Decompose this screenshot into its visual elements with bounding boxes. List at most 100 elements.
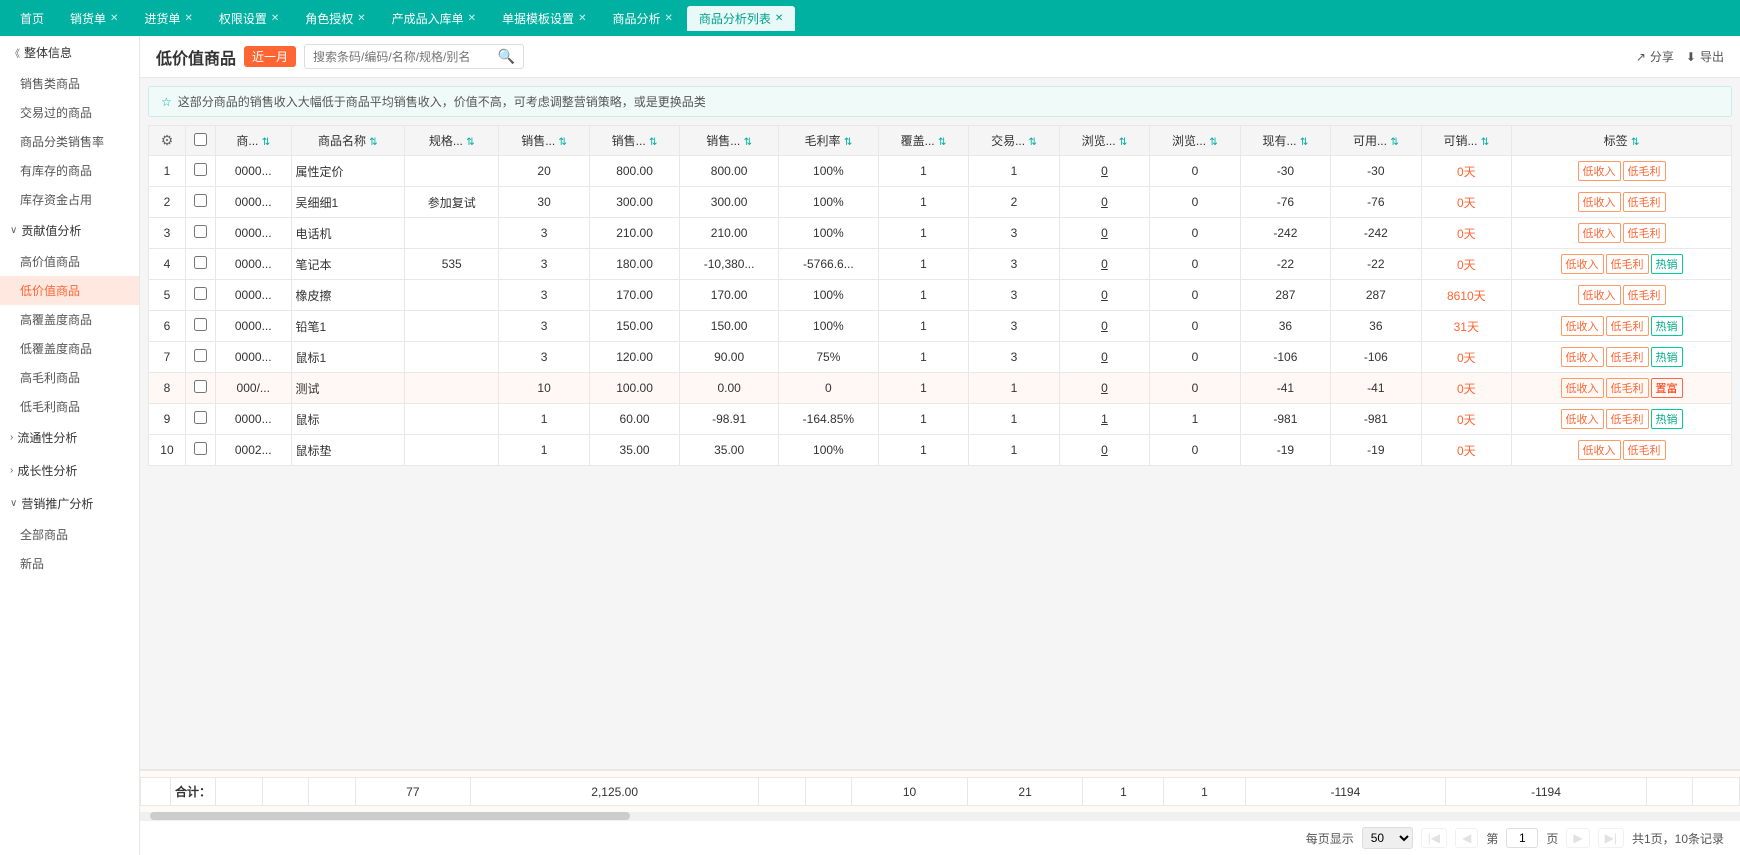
row-checkbox[interactable] [194, 163, 207, 176]
row-checkbox[interactable] [194, 287, 207, 300]
row-checkbox[interactable] [194, 380, 207, 393]
product-name[interactable]: 橡皮擦 [291, 280, 405, 311]
view1-link[interactable]: 0 [1101, 443, 1108, 457]
nav-product-analysis-list[interactable]: 商品分析列表 ✕ [687, 6, 795, 31]
close-product-analysis[interactable]: ✕ [664, 13, 672, 24]
code-col-header[interactable]: 商... ⇅ [215, 126, 291, 156]
row-checkbox[interactable] [194, 411, 207, 424]
nav-template[interactable]: 单据模板设置 ✕ [490, 6, 598, 31]
row-checkbox[interactable] [194, 225, 207, 238]
sales-amt-col-header[interactable]: 销售... ⇅ [589, 126, 679, 156]
product-name[interactable]: 鼠标垫 [291, 435, 405, 466]
search-icon[interactable]: 🔍 [498, 48, 515, 65]
close-purchase-order[interactable]: ✕ [184, 13, 192, 24]
product-name[interactable]: 鼠标1 [291, 342, 405, 373]
sidebar-item-new-products[interactable]: 新品 [0, 549, 139, 578]
view1-link[interactable]: 0 [1101, 319, 1108, 333]
sidebar-item-in-stock-products[interactable]: 有库存的商品 [0, 156, 139, 185]
view1-link[interactable]: 0 [1101, 350, 1108, 364]
product-name[interactable]: 属性定价 [291, 156, 405, 187]
sidebar-section-growth[interactable]: › 成长性分析 [0, 454, 139, 487]
share-button[interactable]: ↗ 分享 [1636, 48, 1674, 65]
stock-sale-col-header[interactable]: 可销... ⇅ [1421, 126, 1511, 156]
sidebar-item-high-margin[interactable]: 高毛利商品 [0, 363, 139, 392]
view1[interactable]: 0 [1059, 342, 1149, 373]
view1[interactable]: 0 [1059, 373, 1149, 404]
view1[interactable]: 0 [1059, 187, 1149, 218]
view1-col-header[interactable]: 浏览... ⇅ [1059, 126, 1149, 156]
search-input[interactable] [313, 50, 498, 64]
close-permissions[interactable]: ✕ [271, 13, 279, 24]
row-checkbox[interactable] [194, 194, 207, 207]
coverage-col-header[interactable]: 覆盖... ⇅ [878, 126, 968, 156]
sidebar-item-stock-capital[interactable]: 库存资金占用 [0, 185, 139, 214]
view1[interactable]: 0 [1059, 249, 1149, 280]
spec-col-header[interactable]: 规格... ⇅ [405, 126, 499, 156]
view1-link[interactable]: 0 [1101, 288, 1108, 302]
tags-col-header[interactable]: 标签 ⇅ [1512, 126, 1732, 156]
sidebar-item-high-coverage[interactable]: 高覆盖度商品 [0, 305, 139, 334]
collapse-btn[interactable]: 《 [10, 45, 20, 60]
close-product-analysis-list[interactable]: ✕ [775, 13, 783, 24]
sidebar-item-high-value[interactable]: 高价值商品 [0, 247, 139, 276]
sidebar-section-circulation[interactable]: › 流通性分析 [0, 421, 139, 454]
sidebar-item-sales-products[interactable]: 销售类商品 [0, 69, 139, 98]
period-button[interactable]: 近一月 [244, 46, 296, 67]
view1[interactable]: 0 [1059, 280, 1149, 311]
view1-link[interactable]: 0 [1101, 381, 1108, 395]
sidebar-item-low-margin[interactable]: 低毛利商品 [0, 392, 139, 421]
sidebar-item-all-products[interactable]: 全部商品 [0, 520, 139, 549]
view1-link[interactable]: 0 [1101, 164, 1108, 178]
view1[interactable]: 0 [1059, 435, 1149, 466]
product-name[interactable]: 吴细细1 [291, 187, 405, 218]
view1[interactable]: 1 [1059, 404, 1149, 435]
nav-home[interactable]: 首页 [8, 6, 56, 31]
close-template[interactable]: ✕ [578, 13, 586, 24]
product-name[interactable]: 鼠标 [291, 404, 405, 435]
view1-link[interactable]: 1 [1101, 412, 1108, 426]
page-size-select[interactable]: 50 100 200 [1362, 827, 1413, 849]
close-sales-order[interactable]: ✕ [110, 13, 118, 24]
trade-col-header[interactable]: 交易... ⇅ [969, 126, 1059, 156]
product-name[interactable]: 笔记本 [291, 249, 405, 280]
sales-cost-col-header[interactable]: 销售... ⇅ [680, 126, 779, 156]
sidebar-item-low-coverage[interactable]: 低覆盖度商品 [0, 334, 139, 363]
stock-cur-col-header[interactable]: 现有... ⇅ [1240, 126, 1330, 156]
product-name[interactable]: 铅笔1 [291, 311, 405, 342]
next-page-button[interactable]: ▶ [1566, 828, 1589, 848]
row-checkbox[interactable] [194, 349, 207, 362]
nav-roles[interactable]: 角色授权 ✕ [293, 6, 377, 31]
nav-purchase-order[interactable]: 进货单 ✕ [132, 6, 204, 31]
sales-qty-col-header[interactable]: 销售... ⇅ [499, 126, 589, 156]
view1-link[interactable]: 0 [1101, 257, 1108, 271]
stock-avail-col-header[interactable]: 可用... ⇅ [1331, 126, 1421, 156]
nav-permissions[interactable]: 权限设置 ✕ [207, 6, 291, 31]
settings-col-header[interactable]: ⚙ [149, 126, 186, 156]
product-name[interactable]: 电话机 [291, 218, 405, 249]
nav-sales-order[interactable]: 销货单 ✕ [58, 6, 130, 31]
last-page-button[interactable]: ▶| [1598, 828, 1624, 848]
view1[interactable]: 0 [1059, 218, 1149, 249]
nav-product-storage[interactable]: 产成品入库单 ✕ [380, 6, 488, 31]
prev-page-button[interactable]: ◀ [1455, 828, 1478, 848]
view2-col-header[interactable]: 浏览... ⇅ [1150, 126, 1240, 156]
sidebar-section-marketing[interactable]: ∨ 营销推广分析 [0, 487, 139, 520]
name-col-header[interactable]: 商品名称 ⇅ [291, 126, 405, 156]
sidebar-section-overall[interactable]: 《 整体信息 [0, 36, 139, 69]
row-checkbox[interactable] [194, 256, 207, 269]
close-product-storage[interactable]: ✕ [468, 13, 476, 24]
nav-product-analysis[interactable]: 商品分析 ✕ [600, 6, 684, 31]
close-roles[interactable]: ✕ [357, 13, 365, 24]
view1[interactable]: 0 [1059, 311, 1149, 342]
first-page-button[interactable]: |◀ [1421, 828, 1447, 848]
export-button[interactable]: ⬇ 导出 [1686, 48, 1724, 65]
row-checkbox[interactable] [194, 442, 207, 455]
page-number-input[interactable] [1506, 828, 1538, 848]
margin-rate-col-header[interactable]: 毛利率 ⇅ [778, 126, 878, 156]
sidebar-item-traded-products[interactable]: 交易过的商品 [0, 98, 139, 127]
view1-link[interactable]: 0 [1101, 195, 1108, 209]
product-name[interactable]: 测试 [291, 373, 405, 404]
sidebar-section-contribution[interactable]: ∨ 贡献值分析 [0, 214, 139, 247]
view1-link[interactable]: 0 [1101, 226, 1108, 240]
sidebar-item-low-value[interactable]: 低价值商品 [0, 276, 139, 305]
